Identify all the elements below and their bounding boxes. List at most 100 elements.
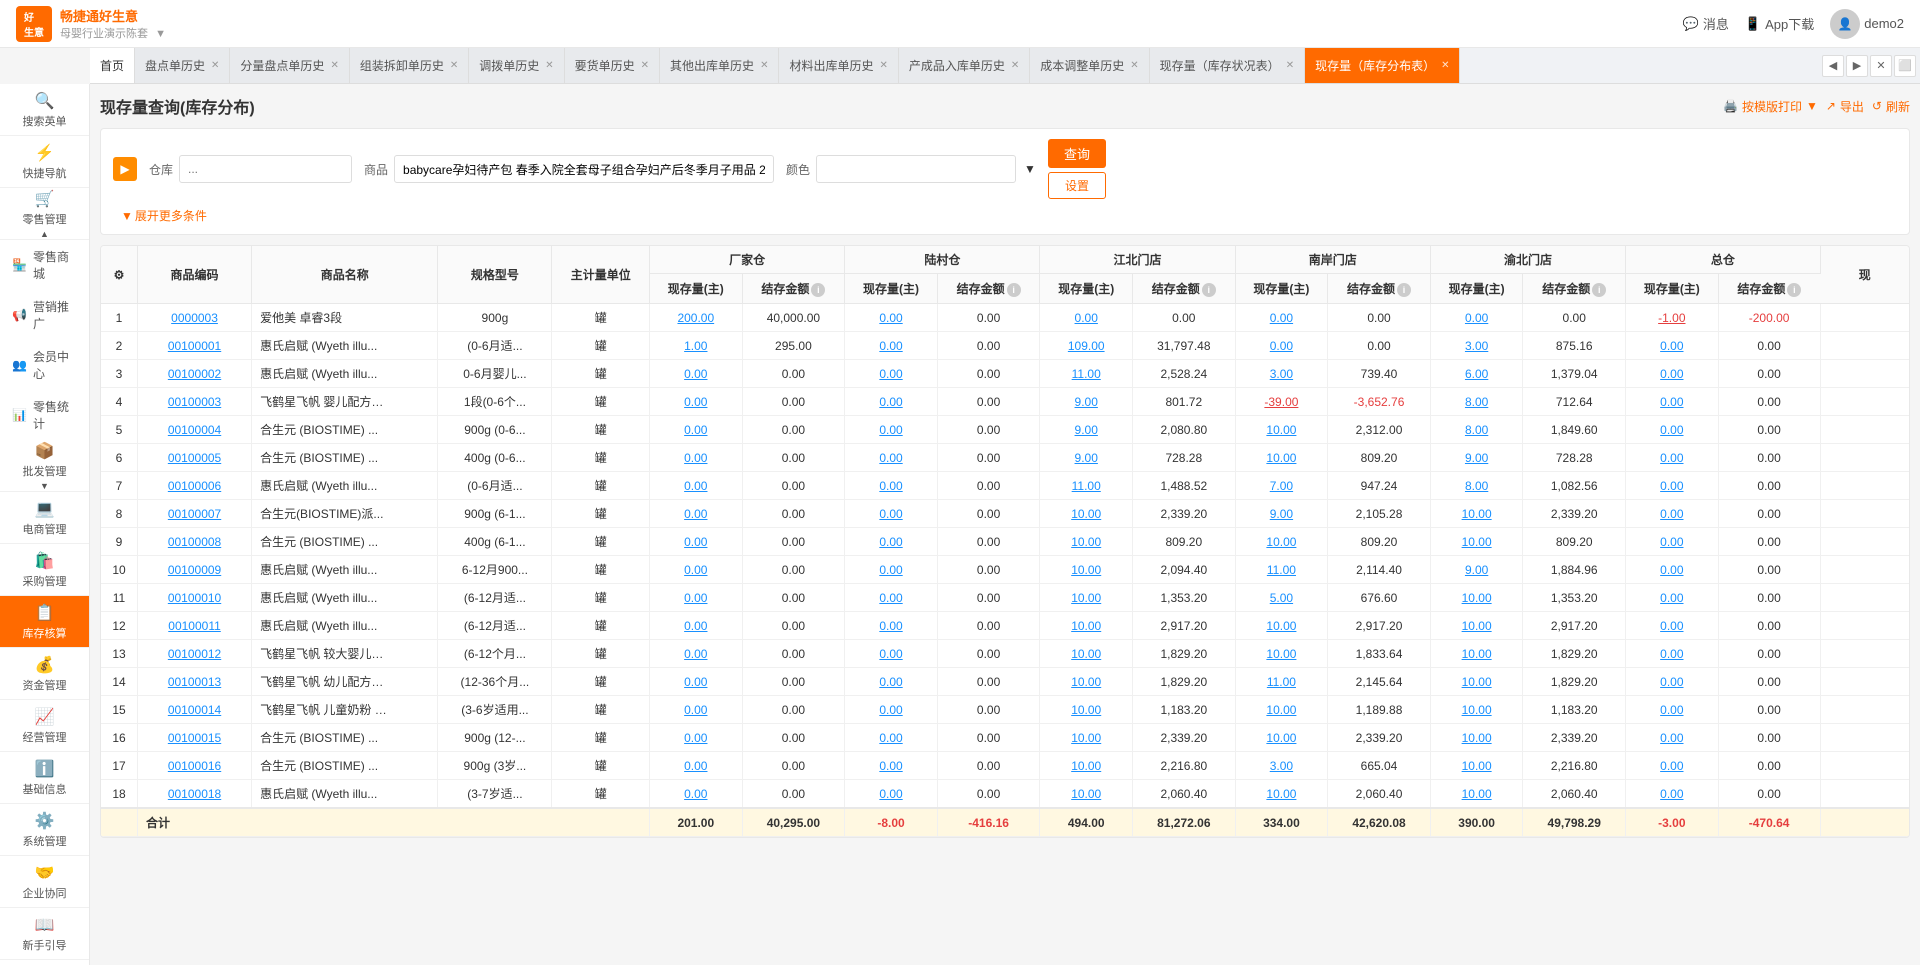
cell-total-qty[interactable]: 0.00 [1626, 444, 1719, 472]
cell-factory-qty[interactable]: 0.00 [650, 668, 743, 696]
cell-nanan-qty[interactable]: 10.00 [1235, 416, 1328, 444]
cell-jiangbei-qty[interactable]: 10.00 [1040, 584, 1133, 612]
tab-close-icon[interactable]: ✕ [1011, 60, 1019, 71]
cell-lvcun-qty[interactable]: 0.00 [845, 332, 938, 360]
cell-lvcun-qty[interactable]: 0.00 [845, 472, 938, 500]
sidebar-item-operations[interactable]: 📈 经营管理 [0, 700, 89, 752]
tab-close-icon[interactable]: ✕ [545, 60, 553, 71]
cell-total-qty[interactable]: 0.00 [1626, 696, 1719, 724]
sidebar-item-guide[interactable]: 📖 新手引导 [0, 908, 89, 960]
cell-nanan-qty[interactable]: 10.00 [1235, 696, 1328, 724]
cell-lvcun-qty[interactable]: 0.00 [845, 724, 938, 752]
cell-nanan-qty[interactable]: 10.00 [1235, 528, 1328, 556]
cell-lvcun-qty[interactable]: 0.00 [845, 640, 938, 668]
cell-jiangbei-qty[interactable]: 10.00 [1040, 780, 1133, 809]
warehouse-input[interactable] [179, 155, 352, 183]
info-icon[interactable]: i [1397, 283, 1411, 297]
info-icon[interactable]: i [1007, 283, 1021, 297]
cell-factory-qty[interactable]: 0.00 [650, 444, 743, 472]
cell-code[interactable]: 00100011 [138, 612, 252, 640]
cell-total-qty[interactable]: 0.00 [1626, 388, 1719, 416]
cell-yubei-qty[interactable]: 10.00 [1430, 668, 1523, 696]
cell-total-qty[interactable]: 0.00 [1626, 528, 1719, 556]
cell-factory-qty[interactable]: 0.00 [650, 584, 743, 612]
cell-nanan-qty[interactable]: 0.00 [1235, 304, 1328, 332]
sidebar-item-basic[interactable]: ℹ️ 基础信息 [0, 752, 89, 804]
cell-jiangbei-qty[interactable]: 9.00 [1040, 444, 1133, 472]
cell-total-qty[interactable]: 0.00 [1626, 360, 1719, 388]
cell-total-qty[interactable]: 0.00 [1626, 416, 1719, 444]
cell-nanan-qty[interactable]: 9.00 [1235, 500, 1328, 528]
sidebar-item-collab[interactable]: 🤝 企业协同 [0, 856, 89, 908]
cell-total-qty[interactable]: -1.00 [1626, 304, 1719, 332]
cell-factory-qty[interactable]: 0.00 [650, 556, 743, 584]
cell-nanan-qty[interactable]: 10.00 [1235, 640, 1328, 668]
cell-jiangbei-qty[interactable]: 11.00 [1040, 472, 1133, 500]
sidebar-item-apps[interactable]: 🔲 应用中心 [0, 960, 89, 965]
sidebar-sub-mall[interactable]: 🏪 零售商城 [0, 240, 89, 290]
cell-code[interactable]: 00100007 [138, 500, 252, 528]
cell-total-qty[interactable]: 0.00 [1626, 612, 1719, 640]
cell-code[interactable]: 00100005 [138, 444, 252, 472]
cell-nanan-qty[interactable]: 10.00 [1235, 444, 1328, 472]
info-icon[interactable]: i [811, 283, 825, 297]
cell-lvcun-qty[interactable]: 0.00 [845, 668, 938, 696]
cell-factory-qty[interactable]: 0.00 [650, 612, 743, 640]
cell-factory-qty[interactable]: 0.00 [650, 416, 743, 444]
cell-nanan-qty[interactable]: 10.00 [1235, 612, 1328, 640]
cell-yubei-qty[interactable]: 9.00 [1430, 556, 1523, 584]
cell-factory-qty[interactable]: 1.00 [650, 332, 743, 360]
cell-lvcun-qty[interactable]: 0.00 [845, 612, 938, 640]
refresh-btn[interactable]: ↺ 刷新 [1872, 98, 1910, 115]
cell-factory-qty[interactable]: 0.00 [650, 388, 743, 416]
cell-code[interactable]: 00100012 [138, 640, 252, 668]
cell-nanan-qty[interactable]: 3.00 [1235, 360, 1328, 388]
cell-yubei-qty[interactable]: 8.00 [1430, 416, 1523, 444]
user-area[interactable]: 👤 demo2 [1830, 9, 1904, 39]
tab-next-btn[interactable]: ▶ [1846, 55, 1868, 77]
cell-yubei-qty[interactable]: 10.00 [1430, 584, 1523, 612]
cell-lvcun-qty[interactable]: 0.00 [845, 584, 938, 612]
cell-code[interactable]: 00100004 [138, 416, 252, 444]
tab-stock-dist[interactable]: 现存量（库存分布表） ✕ [1305, 48, 1460, 83]
cell-total-qty[interactable]: 0.00 [1626, 752, 1719, 780]
cell-yubei-qty[interactable]: 10.00 [1430, 640, 1523, 668]
tab-close-all-btn[interactable]: ✕ [1870, 55, 1892, 77]
cell-code[interactable]: 00100016 [138, 752, 252, 780]
th-settings[interactable]: ⚙ [101, 246, 138, 304]
cell-jiangbei-qty[interactable]: 10.00 [1040, 724, 1133, 752]
cell-factory-qty[interactable]: 0.00 [650, 724, 743, 752]
cell-total-qty[interactable]: 0.00 [1626, 332, 1719, 360]
tab-production[interactable]: 产成品入库单历史 ✕ [899, 48, 1030, 83]
expand-filter-btn[interactable]: ▼ 展开更多条件 [121, 207, 1897, 224]
cell-yubei-qty[interactable]: 10.00 [1430, 528, 1523, 556]
cell-jiangbei-qty[interactable]: 10.00 [1040, 528, 1133, 556]
tab-inventory-count[interactable]: 盘点单历史 ✕ [135, 48, 230, 83]
cell-jiangbei-qty[interactable]: 11.00 [1040, 360, 1133, 388]
cell-factory-qty[interactable]: 0.00 [650, 640, 743, 668]
cell-jiangbei-qty[interactable]: 109.00 [1040, 332, 1133, 360]
cell-yubei-qty[interactable]: 10.00 [1430, 724, 1523, 752]
cell-yubei-qty[interactable]: 3.00 [1430, 332, 1523, 360]
cell-total-qty[interactable]: 0.00 [1626, 640, 1719, 668]
product-input[interactable] [394, 155, 774, 183]
cell-code[interactable]: 00100006 [138, 472, 252, 500]
info-icon[interactable]: i [1787, 283, 1801, 297]
sidebar-item-finance[interactable]: 💰 资金管理 [0, 648, 89, 700]
sidebar-sub-retail-stat[interactable]: 📊 零售统计 [0, 390, 89, 440]
tab-close-icon[interactable]: ✕ [1441, 60, 1449, 71]
cell-nanan-qty[interactable]: -39.00 [1235, 388, 1328, 416]
tab-expand-btn[interactable]: ⬜ [1894, 55, 1916, 77]
sidebar-sub-member[interactable]: 👥 会员中心 [0, 340, 89, 390]
sidebar-item-ecommerce[interactable]: 💻 电商管理 [0, 492, 89, 544]
cell-factory-qty[interactable]: 0.00 [650, 528, 743, 556]
export-btn[interactable]: ↗ 导出 [1826, 98, 1864, 115]
sidebar-item-system[interactable]: ⚙️ 系统管理 [0, 804, 89, 856]
settings-btn[interactable]: 设置 [1048, 172, 1106, 199]
cell-lvcun-qty[interactable]: 0.00 [845, 556, 938, 584]
tab-close-icon[interactable]: ✕ [641, 60, 649, 71]
cell-jiangbei-qty[interactable]: 10.00 [1040, 752, 1133, 780]
tab-stock-status[interactable]: 现存量（库存状况表） ✕ [1150, 48, 1305, 83]
cell-jiangbei-qty[interactable]: 10.00 [1040, 500, 1133, 528]
sidebar-item-nav[interactable]: ⚡ 快捷导航 [0, 136, 89, 188]
